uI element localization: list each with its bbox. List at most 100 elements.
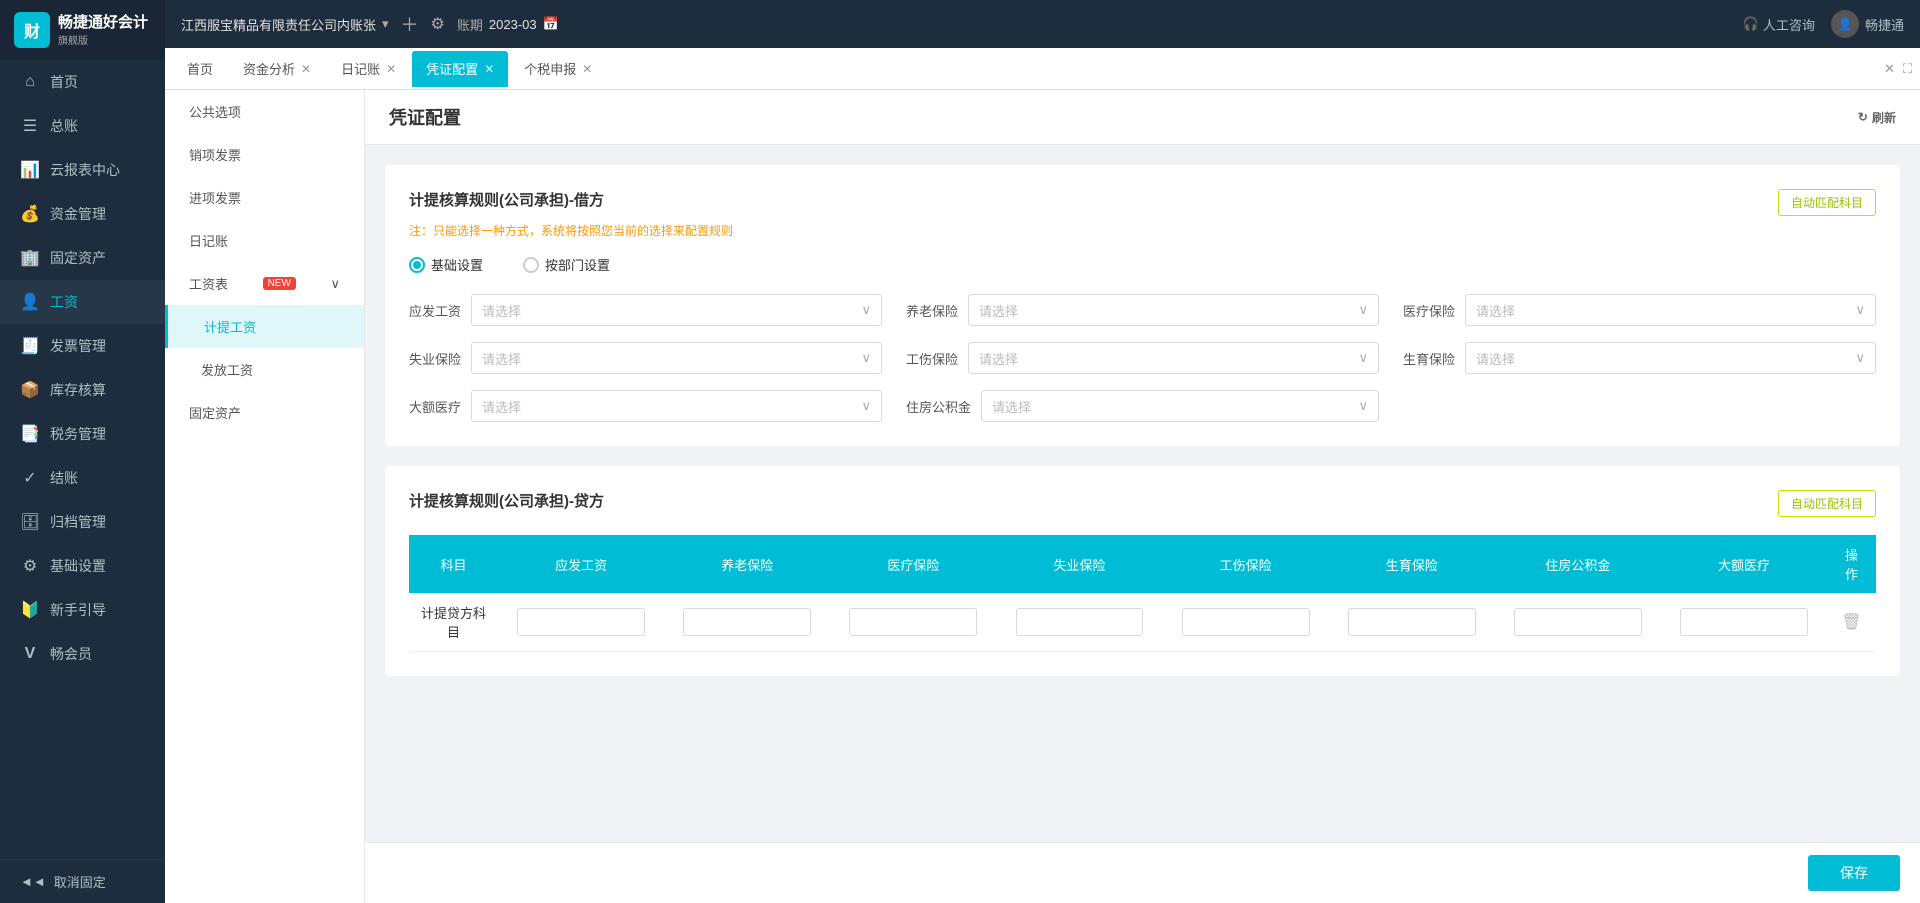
dropdown-arrow-icon: ∨ [1358,350,1368,366]
row-yingfa-input[interactable] [517,608,645,636]
dropdown-arrow-icon: ∨ [861,350,871,366]
sidebar-item-guide[interactable]: 🔰 新手引导 [0,588,165,632]
cancel-fixed-button[interactable]: ◄◄ 取消固定 [0,859,165,903]
select-yingfa-gongzi[interactable]: 请选择 ∨ [471,294,882,326]
user-menu[interactable]: 👤 畅捷通 [1831,10,1904,38]
guide-icon: 🔰 [20,600,40,620]
field-shengyu: 生育保险 请选择 ∨ [1403,342,1876,374]
field-yingfa-gongzi: 应发工资 请选择 ∨ [409,294,882,326]
sidebar: 财 畅捷通好会计 旗舰版 ⌂ 首页 ☰ 总账 📊 云报表中心 💰 资金管理 🏢 … [0,0,165,903]
row-action-cell: 🗑 [1827,593,1876,652]
row-yanglao-input[interactable] [683,608,811,636]
sidebar-item-ledger[interactable]: ☰ 总账 [0,104,165,148]
field-label: 养老保险 [906,301,958,320]
row-shengyu-input[interactable] [1348,608,1476,636]
sidebar-item-tax[interactable]: 📑 税务管理 [0,412,165,456]
select-yiliao[interactable]: 请选择 ∨ [1465,294,1876,326]
select-placeholder: 请选择 [979,301,1018,320]
menu-item-common[interactable]: 公共选项 [165,90,364,133]
tab-home[interactable]: 首页 [173,51,227,87]
sidebar-item-home[interactable]: ⌂ 首页 [0,60,165,104]
select-placeholder: 请选择 [482,349,521,368]
menu-item-diary[interactable]: 日记账 [165,219,364,262]
tab-diary-close-icon[interactable]: ✕ [386,63,396,75]
sidebar-item-close[interactable]: ✓ 结账 [0,456,165,500]
menu-item-calc-salary[interactable]: 计提工资 [165,305,364,348]
company-dropdown-icon: ▾ [382,16,389,32]
row-shiye-input[interactable] [1016,608,1144,636]
tab-close-all-icon[interactable]: ✕ [1884,61,1895,77]
tab-tax-label: 个税申报 [524,59,576,78]
select-shiye[interactable]: 请选择 ∨ [471,342,882,374]
tab-voucher[interactable]: 凭证配置 ✕ [412,51,508,87]
radio-basic[interactable]: 基础设置 [409,255,483,274]
credit-auto-match-button[interactable]: 自动匹配科目 [1778,490,1876,517]
tab-diary[interactable]: 日记账 ✕ [327,51,410,87]
field-daejiyiliao: 大额医疗 请选择 ∨ [409,390,882,422]
sidebar-item-reports[interactable]: 📊 云报表中心 [0,148,165,192]
page-header: 凭证配置 ↻ 刷新 [365,90,1920,145]
logo-icon: 财 [14,12,50,48]
debit-form-grid: 应发工资 请选择 ∨ 养老保险 请选择 ∨ [409,294,1876,422]
sidebar-item-invoice[interactable]: 🧾 发票管理 [0,324,165,368]
expand-icon: ∨ [330,276,340,292]
period-selector[interactable]: 账期 2023-03 📅 [457,15,559,34]
row-daeyiliao-input[interactable] [1680,608,1808,636]
tab-voucher-close-icon[interactable]: ✕ [484,63,494,75]
col-yanglao: 养老保险 [664,535,830,593]
dropdown-arrow-icon: ∨ [1855,302,1865,318]
row-gongshang-input[interactable] [1182,608,1310,636]
sidebar-item-salary[interactable]: 👤 工资 [0,280,165,324]
tab-expand-icon[interactable]: ⛶ [1903,61,1912,77]
col-action: 操作 [1827,535,1876,593]
gear-icon[interactable]: ⚙ [431,14,445,34]
menu-item-fixed-assets[interactable]: 固定资产 [165,391,364,434]
radio-dept[interactable]: 按部门设置 [523,255,610,274]
menu-group-salary-table[interactable]: 工资表 NEW ∨ [165,262,364,305]
menu-item-purchase[interactable]: 进项发票 [165,176,364,219]
sidebar-item-inventory[interactable]: 📦 库存核算 [0,368,165,412]
sidebar-item-member[interactable]: V 畅会员 [0,632,165,676]
dropdown-arrow-icon: ∨ [861,302,871,318]
sidebar-item-label: 基础设置 [50,556,106,576]
sidebar-item-assets[interactable]: 🏢 固定资产 [0,236,165,280]
topbar: 江西服宝精品有限责任公司内账张 ▾ ＋ ⚙ 账期 2023-03 📅 🎧 人工咨… [165,0,1920,48]
tab-tax-close-icon[interactable]: ✕ [582,63,592,75]
sidebar-item-settings[interactable]: ⚙ 基础设置 [0,544,165,588]
select-daejiyiliao[interactable]: 请选择 ∨ [471,390,882,422]
field-label: 失业保险 [409,349,461,368]
sidebar-item-funds[interactable]: 💰 资金管理 [0,192,165,236]
save-button[interactable]: 保存 [1808,855,1900,891]
delete-row-icon[interactable]: 🗑 [1841,614,1861,631]
row-zhufang-input[interactable] [1514,608,1642,636]
refresh-button[interactable]: ↻ 刷新 [1858,109,1896,126]
col-yingfa: 应发工资 [498,535,664,593]
company-name: 江西服宝精品有限责任公司内账张 [181,15,376,34]
tab-funds-close-icon[interactable]: ✕ [301,63,311,75]
company-selector[interactable]: 江西服宝精品有限责任公司内账张 ▾ [181,15,389,34]
logo-text-block: 畅捷通好会计 旗舰版 [58,14,148,47]
select-zhufang[interactable]: 请选择 ∨ [981,390,1379,422]
select-yanglao[interactable]: 请选择 ∨ [968,294,1379,326]
reports-icon: 📊 [20,160,40,180]
add-account-button[interactable]: ＋ [401,11,419,37]
debit-auto-match-button[interactable]: 自动匹配科目 [1778,189,1876,216]
sidebar-item-archive[interactable]: 🗄 归档管理 [0,500,165,544]
field-label: 生育保险 [1403,349,1455,368]
dropdown-arrow-icon: ∨ [1358,398,1368,414]
sidebar-logo: 财 畅捷通好会计 旗舰版 [0,0,165,60]
main-content: 凭证配置 ↻ 刷新 自动匹配科目 计提核算规则(公司承担)-借方 注：只能选择一… [365,90,1920,903]
credit-section: 自动匹配科目 计提核算规则(公司承担)-贷方 科目 应发工资 养老保险 医疗保险… [385,466,1900,676]
tab-tax[interactable]: 个税申报 ✕ [510,51,606,87]
menu-item-pay-salary[interactable]: 发放工资 [165,348,364,391]
tab-funds[interactable]: 资金分析 ✕ [229,51,325,87]
service-label: 人工咨询 [1763,15,1815,34]
row-yiliao-input[interactable] [849,608,977,636]
select-shengyu[interactable]: 请选择 ∨ [1465,342,1876,374]
select-gongshang[interactable]: 请选择 ∨ [968,342,1379,374]
row-subject-label: 计提贷方科目 [409,593,498,652]
member-icon: V [20,645,40,663]
row-yiliao-input-cell [830,593,996,652]
menu-item-sales[interactable]: 销项发票 [165,133,364,176]
service-button[interactable]: 🎧 人工咨询 [1743,15,1815,34]
